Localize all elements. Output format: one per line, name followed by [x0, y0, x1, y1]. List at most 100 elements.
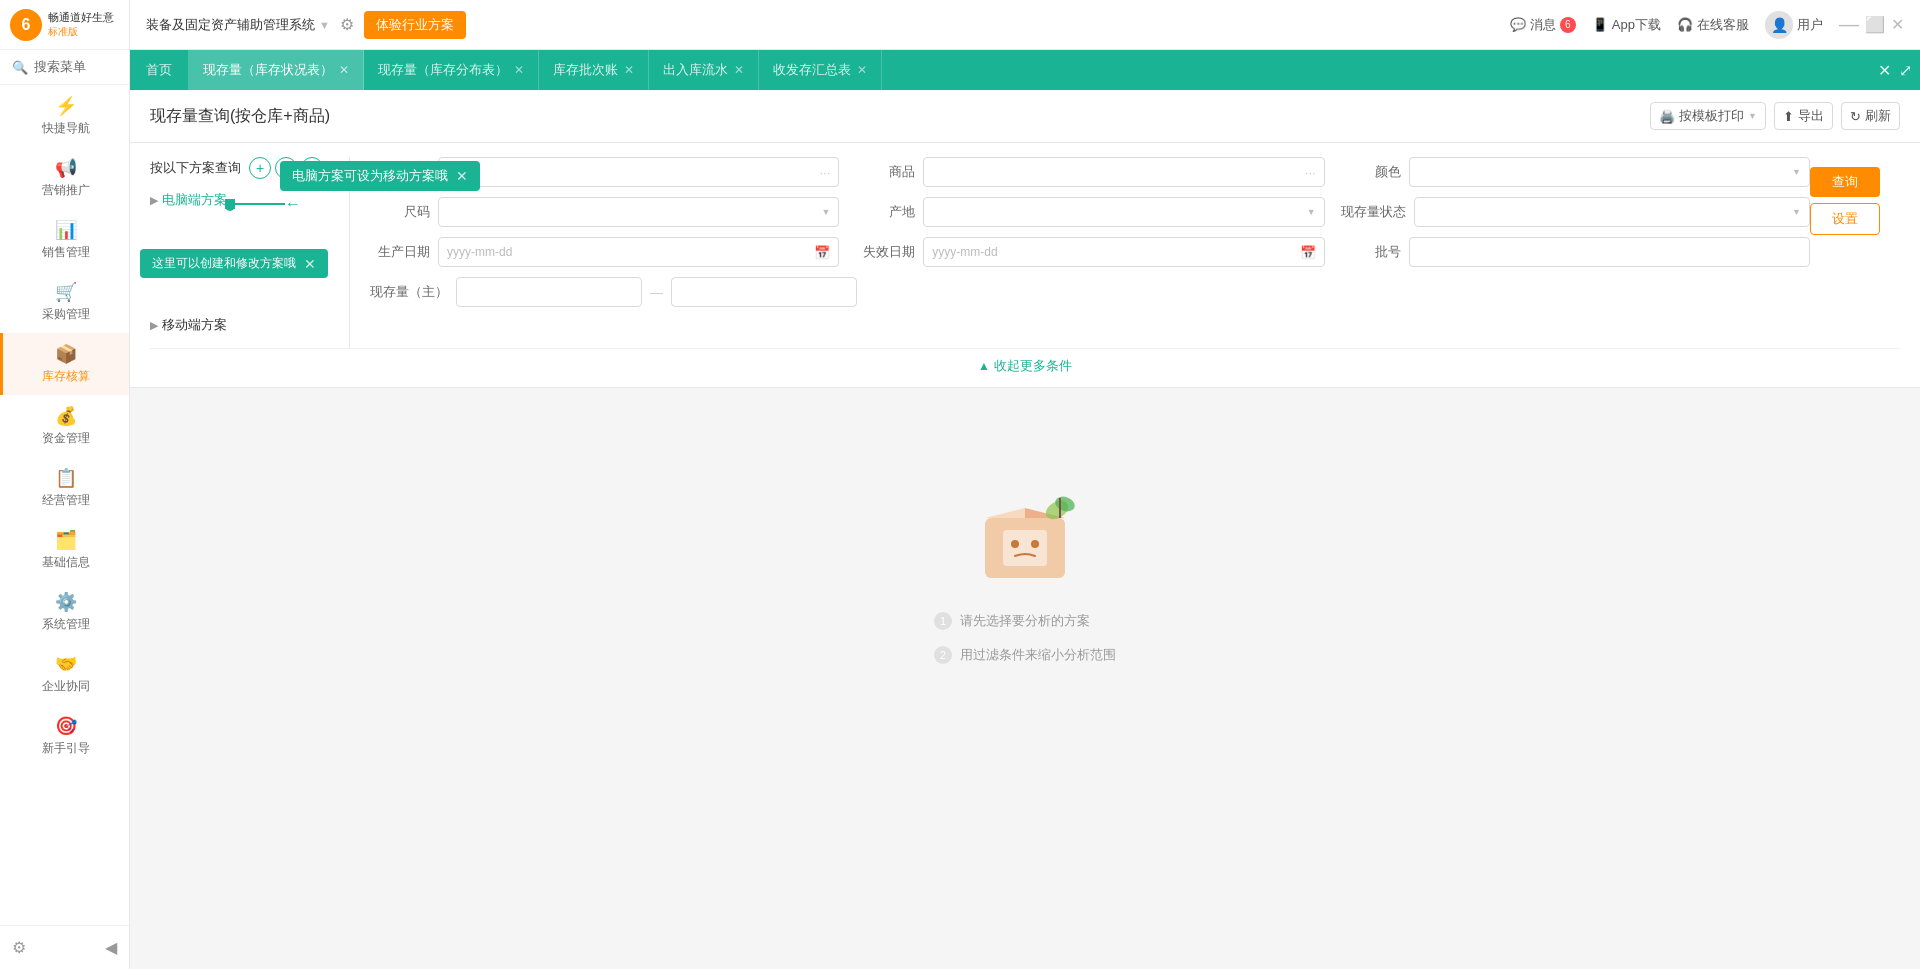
add-scheme-btn[interactable]: +: [249, 157, 271, 179]
message-item[interactable]: 💬 消息 6: [1510, 16, 1576, 34]
sidebar-item-system[interactable]: ⚙️ 系统管理: [0, 581, 129, 643]
filter-origin: 产地 ▼: [855, 197, 1324, 227]
chevron-down-color-icon: ▼: [1792, 167, 1801, 177]
tab-close-batch-ledger[interactable]: ✕: [624, 63, 634, 77]
expiry-date-input[interactable]: yyyy-mm-dd 📅: [923, 237, 1324, 267]
guide-arrow-icon: ←: [285, 195, 301, 213]
color-select[interactable]: ▼: [1409, 157, 1810, 187]
sidebar-search[interactable]: 🔍 搜索菜单: [0, 50, 129, 85]
filter-action-buttons: 查询 设置: [1810, 167, 1880, 235]
guide-icon: 🎯: [55, 715, 77, 737]
filter-color: 颜色 ▼: [1341, 157, 1810, 187]
tab-inventory-dist[interactable]: 现存量（库存分布表） ✕: [364, 50, 539, 90]
batch-no-input[interactable]: [1409, 237, 1810, 267]
page-title: 现存量查询(按仓库+商品): [150, 106, 330, 127]
expiry-date-label: 失效日期: [855, 243, 915, 261]
tab-close-all-icon[interactable]: ✕: [1878, 61, 1891, 80]
system-selector[interactable]: 装备及固定资产辅助管理系统 ▼: [146, 16, 330, 34]
tab-expand-icon[interactable]: ⤢: [1899, 61, 1912, 80]
experience-btn[interactable]: 体验行业方案: [364, 11, 466, 39]
tab-batch-ledger[interactable]: 库存批次账 ✕: [539, 50, 649, 90]
settings-icon[interactable]: ⚙: [12, 938, 26, 957]
marketing-icon: 📢: [55, 157, 77, 179]
sidebar-item-sales[interactable]: 📊 销售管理: [0, 209, 129, 271]
sidebar-item-finance[interactable]: 💰 资金管理: [0, 395, 129, 457]
collapse-sidebar-icon[interactable]: ◀: [105, 938, 117, 957]
tab-collection-summary[interactable]: 收发存汇总表 ✕: [759, 50, 882, 90]
svg-point-0: [225, 201, 235, 211]
sidebar-item-operation[interactable]: 📋 经营管理: [0, 457, 129, 519]
tab-close-collection-summary[interactable]: ✕: [857, 63, 867, 77]
chevron-down-size-icon: ▼: [821, 207, 830, 217]
header-left: 装备及固定资产辅助管理系统 ▼ ⚙ 体验行业方案: [146, 11, 466, 39]
collapse-up-icon: ▲: [978, 359, 990, 373]
stock-status-select[interactable]: ▼: [1414, 197, 1810, 227]
chevron-down-stock-icon: ▼: [1792, 207, 1801, 217]
tab-bar-actions: ✕ ⤢: [1870, 61, 1920, 80]
user-label: 用户: [1797, 16, 1823, 34]
sidebar-item-quick[interactable]: ⚡ 快捷导航: [0, 85, 129, 147]
close-window-icon[interactable]: ✕: [1891, 15, 1904, 34]
brand-name: 畅通道好生意: [48, 10, 114, 24]
chevron-down-print-icon: ▼: [1748, 111, 1757, 121]
goods-select[interactable]: ···: [923, 157, 1324, 187]
origin-select[interactable]: ▼: [923, 197, 1324, 227]
stock-main-to-input[interactable]: [671, 277, 857, 307]
filter-stock-main: 现存量（主） —: [370, 277, 857, 307]
calendar-icon-exp[interactable]: 📅: [1300, 245, 1316, 260]
tab-inventory-status[interactable]: 现存量（库存状况表） ✕: [189, 50, 364, 90]
filter-production-date: 生产日期 yyyy-mm-dd 📅: [370, 237, 839, 267]
hint-1-num: 1: [934, 612, 952, 630]
sidebar-item-guide[interactable]: 🎯 新手引导: [0, 705, 129, 767]
stock-main-from-input[interactable]: [456, 277, 642, 307]
calendar-icon-prod[interactable]: 📅: [814, 245, 830, 260]
support-icon: 🎧: [1677, 17, 1693, 32]
batch-no-label: 批号: [1341, 243, 1401, 261]
size-select[interactable]: ▼: [438, 197, 839, 227]
warehouse-select[interactable]: ···: [438, 157, 839, 187]
sidebar-item-enterprise[interactable]: 🤝 企业协同: [0, 643, 129, 705]
warehouse-dots[interactable]: ···: [819, 165, 830, 180]
print-template-btn[interactable]: 🖨️ 按模板打印 ▼: [1650, 102, 1766, 130]
export-btn[interactable]: ⬆ 导出: [1774, 102, 1833, 130]
tab-close-inventory-dist[interactable]: ✕: [514, 63, 524, 77]
sidebar-item-marketing[interactable]: 📢 营销推广: [0, 147, 129, 209]
mobile-scheme-label: 移动端方案: [162, 316, 227, 334]
sidebar-item-inventory[interactable]: 📦 库存核算: [0, 333, 129, 395]
search-icon: 🔍: [12, 60, 28, 75]
production-date-input[interactable]: yyyy-mm-dd 📅: [438, 237, 839, 267]
purchase-icon: 🛒: [55, 281, 77, 303]
sidebar-item-basic[interactable]: 🗂️ 基础信息: [0, 519, 129, 581]
online-support-item[interactable]: 🎧 在线客服: [1677, 16, 1749, 34]
collapse-btn[interactable]: ▲ 收起更多条件: [150, 348, 1900, 387]
hint-2-text: 用过滤条件来缩小分析范围: [960, 642, 1116, 668]
filter-expiry-date: 失效日期 yyyy-mm-dd 📅: [855, 237, 1324, 267]
minimize-icon[interactable]: —: [1839, 13, 1859, 36]
tab-close-in-out-flow[interactable]: ✕: [734, 63, 744, 77]
chevron-down-icon: ▼: [319, 19, 330, 31]
tab-close-inventory-status[interactable]: ✕: [339, 63, 349, 77]
tooltip2-close-btn[interactable]: ✕: [304, 256, 316, 272]
page-actions: 🖨️ 按模板打印 ▼ ⬆ 导出 ↻ 刷新: [1650, 102, 1900, 130]
print-icon: 🖨️: [1659, 109, 1675, 124]
tab-in-out-flow[interactable]: 出入库流水 ✕: [649, 50, 759, 90]
size-label: 尺码: [370, 203, 430, 221]
query-btn[interactable]: 查询: [1810, 167, 1880, 197]
maximize-icon[interactable]: ⬜: [1865, 15, 1885, 34]
sidebar-item-purchase[interactable]: 🛒 采购管理: [0, 271, 129, 333]
reset-btn[interactable]: 设置: [1810, 203, 1880, 235]
operation-icon: 📋: [55, 467, 77, 489]
message-label: 消息: [1530, 16, 1556, 34]
refresh-btn[interactable]: ↻ 刷新: [1841, 102, 1900, 130]
goods-dots[interactable]: ···: [1305, 165, 1316, 180]
app-logo-icon: 6: [10, 9, 42, 41]
tab-home[interactable]: 首页: [130, 50, 189, 90]
empty-svg: [965, 468, 1085, 588]
mobile-scheme-item[interactable]: ▶ 移动端方案: [150, 316, 339, 334]
pc-scheme-arrow: ▶: [150, 194, 158, 207]
app-download-item[interactable]: 📱 App下载: [1592, 16, 1661, 34]
sales-icon: 📊: [55, 219, 77, 241]
header-gear-icon[interactable]: ⚙: [340, 15, 354, 34]
tooltip-close-btn[interactable]: ✕: [456, 168, 468, 184]
user-item[interactable]: 👤 用户: [1765, 11, 1823, 39]
